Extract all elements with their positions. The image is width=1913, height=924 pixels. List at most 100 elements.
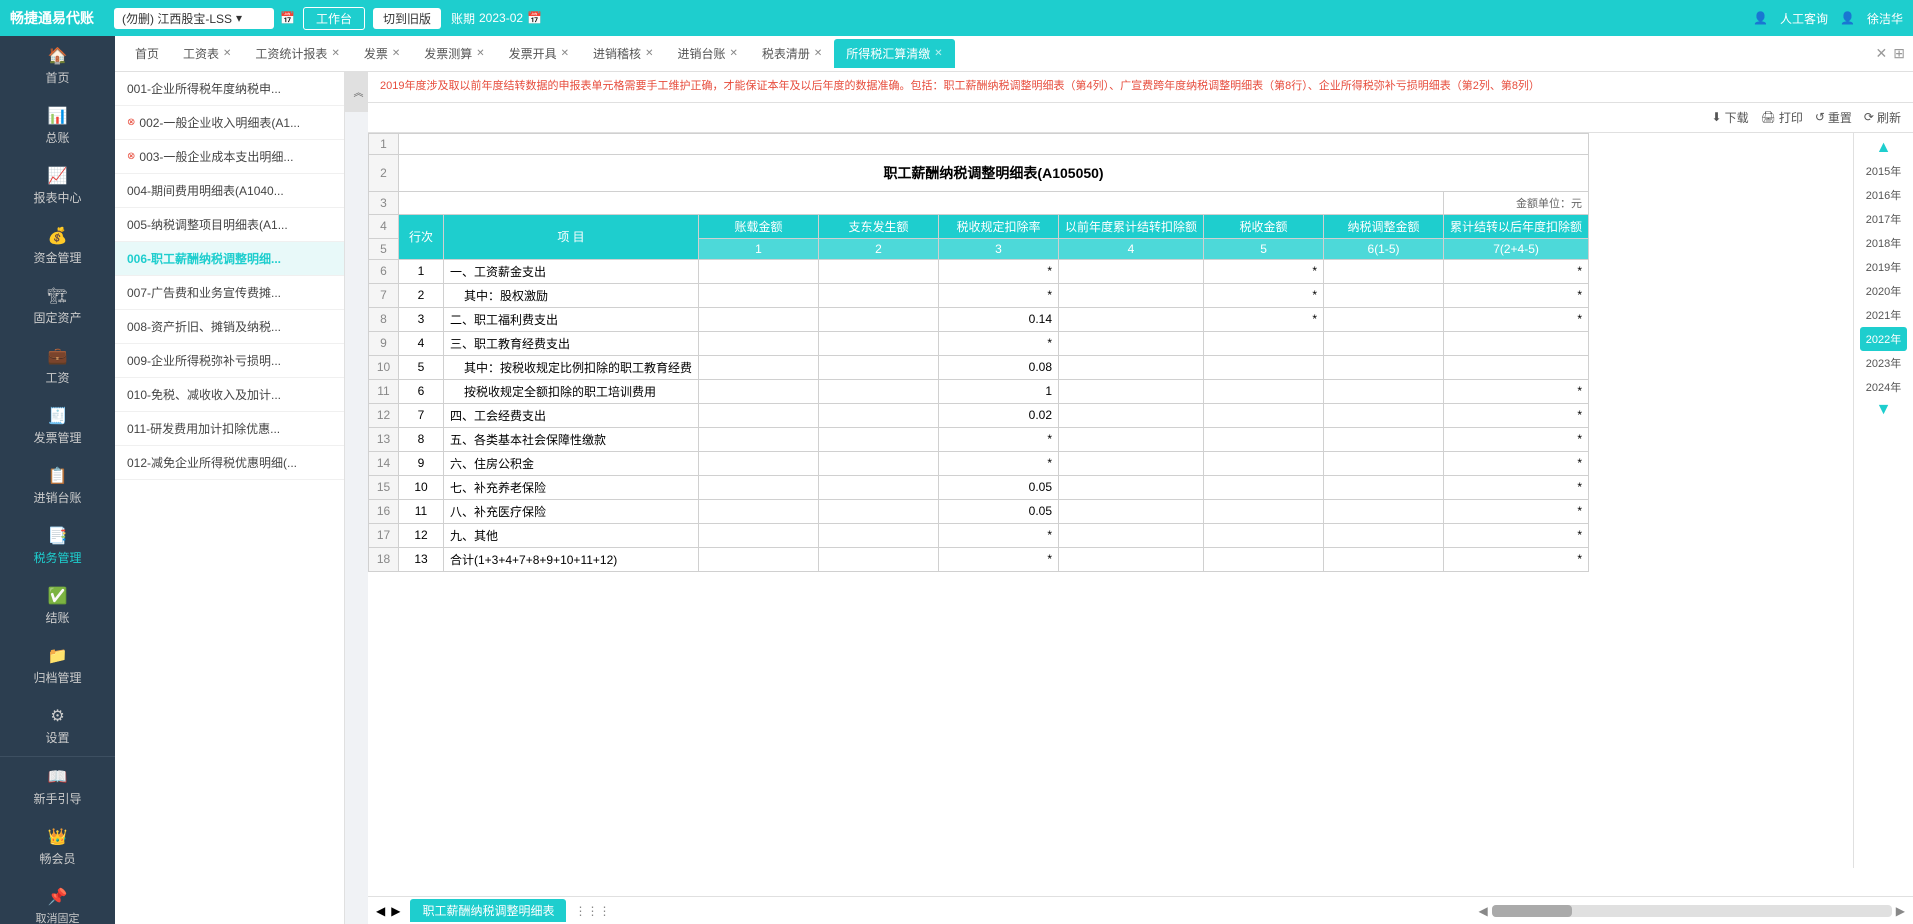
cell-f15[interactable] <box>1059 475 1204 499</box>
tab-salary-report[interactable]: 工资统计报表 ✕ <box>243 39 351 68</box>
cell-b11[interactable]: 按税收规定全额扣除的职工培训费用 <box>444 379 699 403</box>
cell-f7[interactable] <box>1059 283 1204 307</box>
left-panel-item-009[interactable]: 009-企业所得税弥补亏损明... <box>115 344 344 378</box>
cell-f6[interactable] <box>1059 259 1204 283</box>
cell-a8[interactable]: 3 <box>399 307 444 331</box>
workspace-button[interactable]: 工作台 <box>303 7 365 30</box>
tab-invoice-issue-close[interactable]: ✕ <box>561 48 569 59</box>
cell-a17[interactable]: 12 <box>399 523 444 547</box>
sidebar-item-reports[interactable]: 📈 报表中心 <box>0 156 115 216</box>
cell-g11[interactable] <box>1204 379 1324 403</box>
cell-b6[interactable]: 一、工资薪金支出 <box>444 259 699 283</box>
left-panel-item-004[interactable]: 004-期间费用明细表(A1040... <box>115 174 344 208</box>
cell-a7[interactable]: 2 <box>399 283 444 307</box>
year-2015[interactable]: 2015年 <box>1864 159 1903 183</box>
cell-g10[interactable] <box>1204 355 1324 379</box>
refresh-button[interactable]: ⟳ 刷新 <box>1864 109 1901 126</box>
cell-d6[interactable] <box>819 259 939 283</box>
cell-e16[interactable]: 0.05 <box>939 499 1059 523</box>
tab-income-tax[interactable]: 所得税汇算清缴 ✕ <box>834 39 954 68</box>
service-label[interactable]: 人工客询 <box>1780 10 1828 27</box>
cell-h14[interactable] <box>1324 451 1444 475</box>
tab-audit[interactable]: 进销稽核 ✕ <box>581 39 665 68</box>
cell-h13[interactable] <box>1324 427 1444 451</box>
year-2023[interactable]: 2023年 <box>1864 351 1903 375</box>
cell-i11[interactable]: * <box>1444 379 1589 403</box>
cell-f14[interactable] <box>1059 451 1204 475</box>
year-2019[interactable]: 2019年 <box>1864 255 1903 279</box>
nav-right-icon[interactable]: ▶ <box>391 904 400 918</box>
sidebar-item-sales[interactable]: 📋 进销台账 <box>0 456 115 516</box>
cell-g15[interactable] <box>1204 475 1324 499</box>
cell-f11[interactable] <box>1059 379 1204 403</box>
download-button[interactable]: ⬇ 下载 <box>1712 109 1749 126</box>
sidebar-item-home[interactable]: 🏠 首页 <box>0 36 115 96</box>
sidebar-item-close[interactable]: ✅ 结账 <box>0 576 115 636</box>
cell-g18[interactable] <box>1204 547 1324 571</box>
cell-b8[interactable]: 二、职工福利费支出 <box>444 307 699 331</box>
cell-g16[interactable] <box>1204 499 1324 523</box>
tab-close-all-icon[interactable]: ✕ <box>1876 45 1888 62</box>
cell-b7[interactable]: 其中：股权激励 <box>444 283 699 307</box>
left-panel-item-010[interactable]: 010-免税、减收收入及加计... <box>115 378 344 412</box>
sidebar-item-member[interactable]: 👑 畅会员 <box>0 817 115 877</box>
company-selector[interactable]: (勿删) 江西股宝-LSS ▾ <box>114 8 274 29</box>
cell-i13[interactable]: * <box>1444 427 1589 451</box>
tab-sales-ledger[interactable]: 进销台账 ✕ <box>665 39 749 68</box>
cell-a16[interactable]: 11 <box>399 499 444 523</box>
cell-f12[interactable] <box>1059 403 1204 427</box>
reset-button[interactable]: ↺ 重置 <box>1815 109 1852 126</box>
cell-b15[interactable]: 七、补充养老保险 <box>444 475 699 499</box>
year-2016[interactable]: 2016年 <box>1864 183 1903 207</box>
year-2022[interactable]: 2022年 <box>1860 327 1907 351</box>
cell-e17[interactable]: * <box>939 523 1059 547</box>
cell-c7[interactable] <box>699 283 819 307</box>
year-2020[interactable]: 2020年 <box>1864 279 1903 303</box>
cell-g17[interactable] <box>1204 523 1324 547</box>
sidebar-item-salary[interactable]: 💼 工资 <box>0 336 115 396</box>
cell-g6[interactable]: * <box>1204 259 1324 283</box>
print-button[interactable]: 🖨 打印 <box>1761 109 1803 126</box>
cell-d14[interactable] <box>819 451 939 475</box>
cell-a13[interactable]: 8 <box>399 427 444 451</box>
cell-i14[interactable]: * <box>1444 451 1589 475</box>
panel-collapse-button[interactable]: 《 <box>345 72 368 112</box>
cell-a14[interactable]: 9 <box>399 451 444 475</box>
cell-c13[interactable] <box>699 427 819 451</box>
tab-audit-close[interactable]: ✕ <box>645 48 653 59</box>
tab-income-tax-close[interactable]: ✕ <box>934 48 942 59</box>
scroll-left-icon[interactable]: ◀ <box>1479 904 1488 918</box>
cell-f9[interactable] <box>1059 331 1204 355</box>
tab-salary-close[interactable]: ✕ <box>223 48 231 59</box>
cell-g14[interactable] <box>1204 451 1324 475</box>
cell-h16[interactable] <box>1324 499 1444 523</box>
cell-g8[interactable]: * <box>1204 307 1324 331</box>
cell-a12[interactable]: 7 <box>399 403 444 427</box>
cell-h8[interactable] <box>1324 307 1444 331</box>
left-panel-item-007[interactable]: 007-广告费和业务宣传费摊... <box>115 276 344 310</box>
year-2024[interactable]: 2024年 <box>1864 375 1903 399</box>
cell-b16[interactable]: 八、补充医疗保险 <box>444 499 699 523</box>
left-panel-item-011[interactable]: 011-研发费用加计扣除优惠... <box>115 412 344 446</box>
tab-tax-list[interactable]: 税表清册 ✕ <box>750 39 834 68</box>
cell-d8[interactable] <box>819 307 939 331</box>
cell-e9[interactable]: * <box>939 331 1059 355</box>
cell-i17[interactable]: * <box>1444 523 1589 547</box>
cell-a10[interactable]: 5 <box>399 355 444 379</box>
cell-h12[interactable] <box>1324 403 1444 427</box>
cell-e6[interactable]: * <box>939 259 1059 283</box>
tab-invoice-calc-close[interactable]: ✕ <box>476 48 484 59</box>
cell-b14[interactable]: 六、住房公积金 <box>444 451 699 475</box>
cell-d18[interactable] <box>819 547 939 571</box>
sidebar-item-ledger[interactable]: 📊 总账 <box>0 96 115 156</box>
cell-d12[interactable] <box>819 403 939 427</box>
tab-invoice-issue[interactable]: 发票开具 ✕ <box>497 39 581 68</box>
cell-a6[interactable]: 1 <box>399 259 444 283</box>
left-panel-item-002[interactable]: ⊗ 002-一般企业收入明细表(A1... <box>115 106 344 140</box>
sidebar-item-tax[interactable]: 📑 税务管理 <box>0 516 115 576</box>
sidebar-item-invoice[interactable]: 🧾 发票管理 <box>0 396 115 456</box>
cell-d13[interactable] <box>819 427 939 451</box>
cell-d10[interactable] <box>819 355 939 379</box>
cell-h18[interactable] <box>1324 547 1444 571</box>
cell-i16[interactable]: * <box>1444 499 1589 523</box>
